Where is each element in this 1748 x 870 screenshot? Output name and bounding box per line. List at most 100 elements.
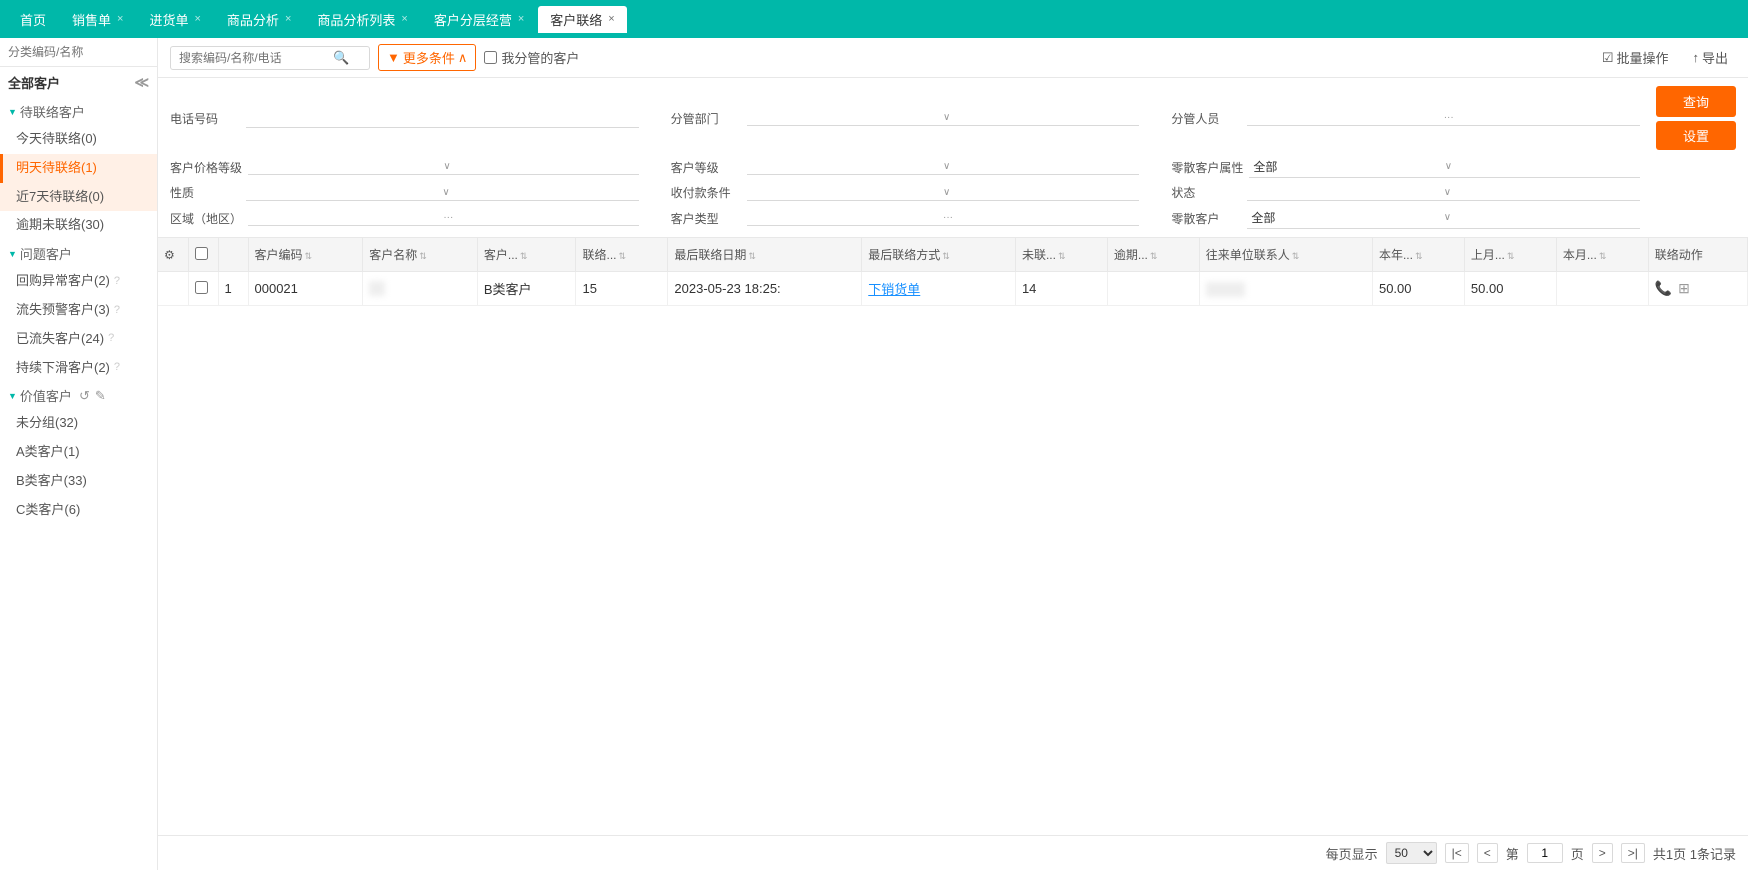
- check-icon: ☑: [1602, 50, 1614, 66]
- sidebar-search-input[interactable]: [8, 45, 158, 59]
- sidebar-search-bar[interactable]: 🔍: [0, 38, 157, 67]
- col-name[interactable]: 客户名称⇅: [363, 238, 478, 272]
- per-page-select[interactable]: 50 100 200: [1386, 842, 1437, 864]
- grid-icon[interactable]: ⊞: [1678, 280, 1690, 297]
- sidebar-item-today[interactable]: 今天待联络(0): [0, 125, 157, 154]
- all-customers-label: 全部客户: [8, 73, 60, 92]
- my-customers-checkbox[interactable]: [484, 51, 497, 64]
- reset-button[interactable]: 设置: [1656, 121, 1736, 150]
- sidebar-item-declining[interactable]: 持续下滑客户(2) ?: [0, 354, 157, 383]
- col-this-year[interactable]: 本年...⇅: [1372, 238, 1464, 272]
- col-type[interactable]: 客户...⇅: [477, 238, 576, 272]
- help-icon-2[interactable]: ?: [108, 330, 114, 348]
- row-checkbox[interactable]: [188, 272, 218, 306]
- nature-select[interactable]: ∨: [246, 185, 639, 201]
- col-checkbox[interactable]: [188, 238, 218, 272]
- sidebar-item-churned[interactable]: 已流失客户(24) ?: [0, 325, 157, 354]
- customer-type-select[interactable]: ···: [747, 210, 1140, 226]
- dept-field: 分管部门 ∨: [671, 110, 1140, 127]
- help-icon-3[interactable]: ?: [114, 359, 120, 377]
- price-level-select[interactable]: ∨: [248, 159, 639, 175]
- col-last-month[interactable]: 上月...⇅: [1464, 238, 1556, 272]
- col-contact[interactable]: 联络...⇅: [576, 238, 668, 272]
- my-customers-checkbox-label[interactable]: 我分管的客户: [484, 48, 579, 67]
- sidebar-item-a-class[interactable]: A类客户(1): [0, 438, 157, 467]
- prev-page-button[interactable]: <: [1477, 843, 1498, 863]
- col-not-linked[interactable]: 未联...⇅: [1015, 238, 1107, 272]
- sidebar-item-ungrouped[interactable]: 未分组(32): [0, 409, 157, 438]
- batch-op-button[interactable]: ☑ 批量操作: [1594, 45, 1677, 70]
- query-button[interactable]: 查询: [1656, 86, 1736, 117]
- manager-select[interactable]: ···: [1247, 110, 1640, 126]
- sidebar-item-tomorrow[interactable]: 明天待联络(1): [0, 154, 157, 183]
- customer-level-caret-icon: ∨: [943, 161, 1135, 172]
- next-page-button[interactable]: >: [1592, 843, 1613, 863]
- sidebar-item-churn-warning[interactable]: 流失预警客户(3) ?: [0, 296, 157, 325]
- help-icon-0[interactable]: ?: [114, 273, 120, 291]
- row-contact: 15: [576, 272, 668, 306]
- region-caret-icon: ···: [443, 212, 634, 223]
- last-page-button[interactable]: >|: [1621, 843, 1645, 863]
- main-search-input[interactable]: [179, 51, 329, 65]
- refresh-icon[interactable]: ↺: [79, 388, 90, 404]
- table-row: 1 000021 Ea B类客户 15 2023-05-23 18:25: 下销…: [158, 272, 1748, 306]
- customer-type-caret-icon: ···: [943, 212, 1135, 223]
- row-last-method[interactable]: 下销货单: [862, 272, 1016, 306]
- row-select-checkbox[interactable]: [195, 281, 208, 294]
- collapse-icon[interactable]: ≪: [134, 74, 149, 91]
- nav-purchase[interactable]: 进货单 ×: [137, 6, 212, 33]
- more-filter-button[interactable]: ▼ 更多条件 ∧: [378, 44, 476, 71]
- nav-customer-tier-close[interactable]: ×: [518, 13, 524, 25]
- col-last-date[interactable]: 最后联络日期⇅: [668, 238, 862, 272]
- sidebar-item-b-class[interactable]: B类客户(33): [0, 467, 157, 496]
- nav-customer-tier[interactable]: 客户分层经营 ×: [422, 6, 536, 33]
- row-code: 000021: [248, 272, 363, 306]
- phone-input[interactable]: [246, 109, 639, 128]
- col-settings[interactable]: ⚙: [158, 238, 188, 272]
- col-last-method[interactable]: 最后联络方式⇅: [862, 238, 1016, 272]
- nav-product-analysis-close[interactable]: ×: [285, 13, 291, 25]
- row-unit-contact: 联系人: [1199, 272, 1372, 306]
- nav-purchase-close[interactable]: ×: [194, 13, 200, 25]
- sidebar-item-repurchase-anomaly[interactable]: 回购异常客户(2) ?: [0, 267, 157, 296]
- region-field: 区域（地区） ···: [170, 210, 639, 227]
- search-input-wrap[interactable]: 🔍: [170, 46, 370, 70]
- sidebar-item-7days[interactable]: 近7天待联络(0): [0, 183, 157, 212]
- col-code[interactable]: 客户编码⇅: [248, 238, 363, 272]
- nav-customer-contact[interactable]: 客户联络 ×: [538, 6, 626, 33]
- region-select[interactable]: ···: [248, 210, 639, 226]
- retail-attr-select[interactable]: 全部 ∨: [1249, 156, 1640, 178]
- retail-customer-select[interactable]: 全部 ∨: [1247, 207, 1640, 229]
- dept-select[interactable]: ∨: [747, 110, 1140, 126]
- value-customers-group: 价值客户 ↺ ✎: [0, 382, 157, 409]
- nav-sales-close[interactable]: ×: [117, 13, 123, 25]
- sidebar-item-c-class[interactable]: C类客户(6): [0, 496, 157, 525]
- search-input-icon[interactable]: 🔍: [333, 50, 349, 66]
- help-icon-1[interactable]: ?: [114, 302, 120, 320]
- col-overdue[interactable]: 逾期...⇅: [1107, 238, 1199, 272]
- edit-icon[interactable]: ✎: [95, 388, 106, 404]
- nav-sales[interactable]: 销售单 ×: [60, 6, 135, 33]
- payment-field: 收付款条件 ∨: [671, 184, 1140, 201]
- manager-field: 分管人员 ···: [1171, 110, 1640, 127]
- col-unit-contact[interactable]: 往来单位联系人⇅: [1199, 238, 1372, 272]
- col-this-month[interactable]: 本月...⇅: [1556, 238, 1648, 272]
- sidebar-item-overdue[interactable]: 逾期未联络(30): [0, 211, 157, 240]
- nav-product-analysis[interactable]: 商品分析 ×: [215, 6, 303, 33]
- row-name: Ea: [363, 272, 478, 306]
- payment-select[interactable]: ∨: [747, 185, 1140, 201]
- nav-product-list[interactable]: 商品分析列表 ×: [305, 6, 419, 33]
- status-select[interactable]: ∨: [1247, 185, 1640, 201]
- nav-home[interactable]: 首页: [8, 6, 58, 33]
- select-all-checkbox[interactable]: [195, 247, 208, 260]
- nav-product-list-close[interactable]: ×: [401, 13, 407, 25]
- customer-level-select[interactable]: ∨: [747, 159, 1140, 175]
- table-footer: 每页显示 50 100 200 |< < 第 页 > >| 共1页 1条记录: [158, 835, 1748, 870]
- first-page-button[interactable]: |<: [1445, 843, 1469, 863]
- nav-customer-contact-close[interactable]: ×: [608, 13, 614, 25]
- page-number-input[interactable]: [1527, 843, 1563, 863]
- call-icon[interactable]: 📞: [1655, 280, 1672, 297]
- export-button[interactable]: ↑ 导出: [1684, 45, 1736, 70]
- nature-label: 性质: [170, 184, 240, 201]
- status-caret-icon: ∨: [1444, 187, 1636, 198]
